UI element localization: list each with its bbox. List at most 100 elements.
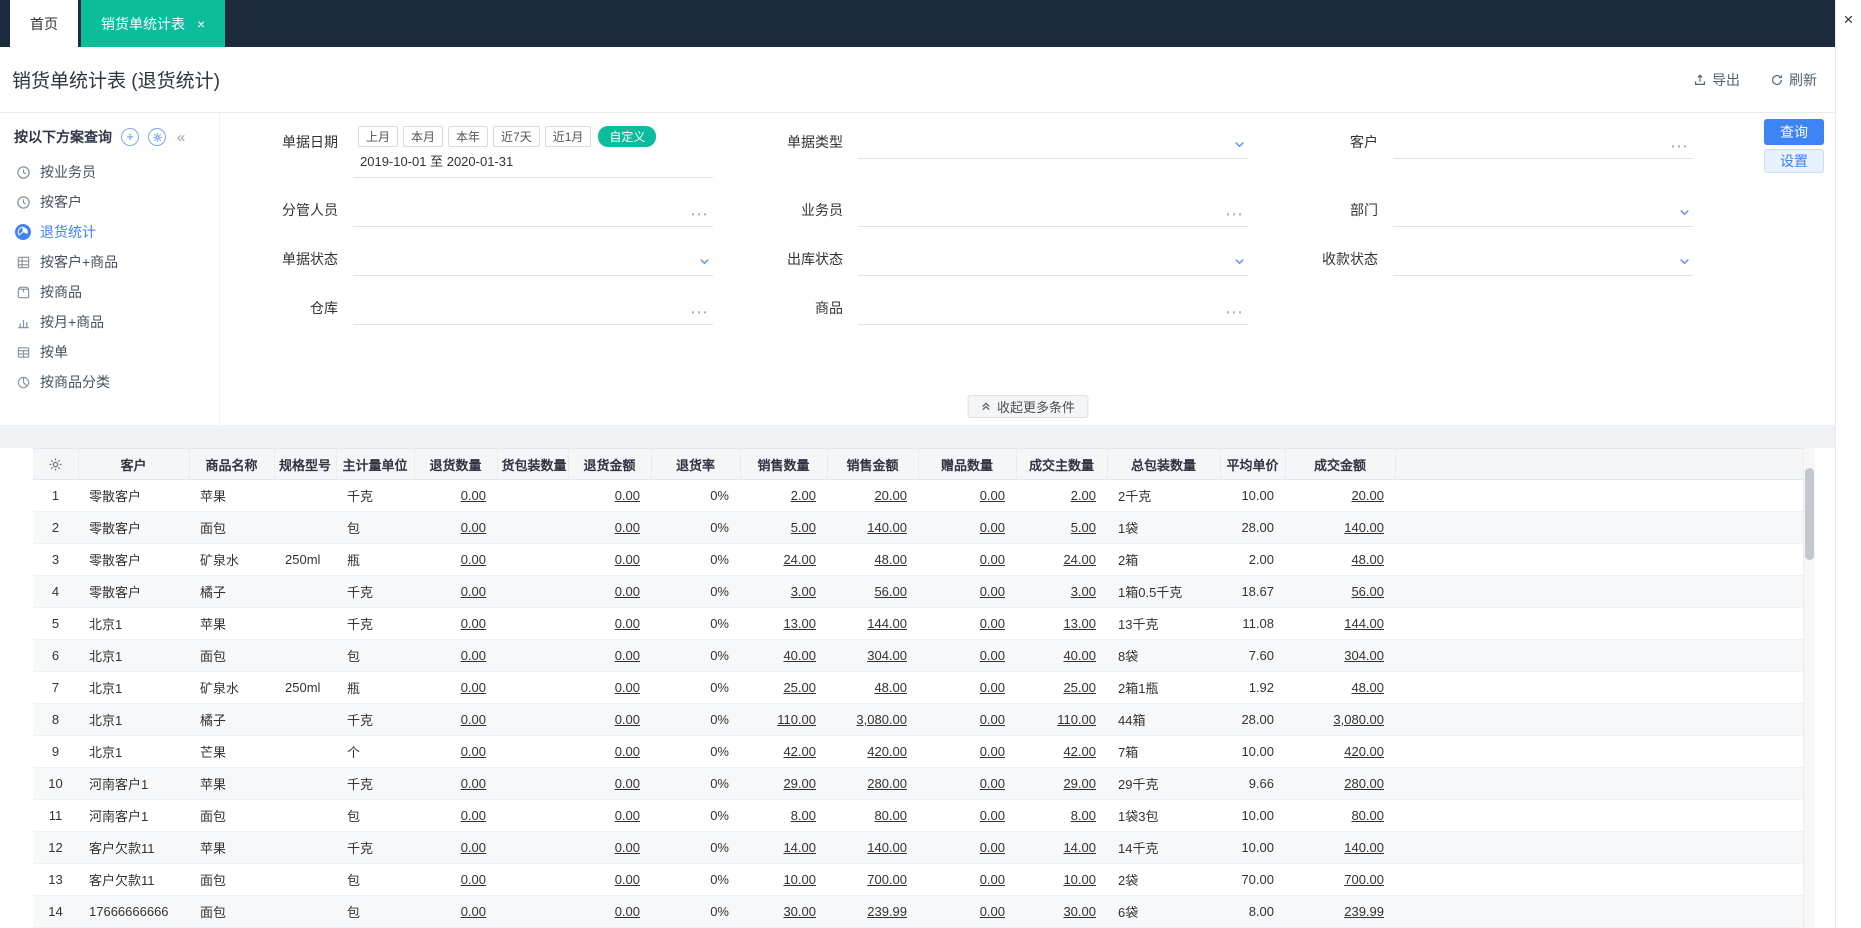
cell-value-link[interactable]: 8.00 <box>1071 808 1096 823</box>
column-header[interactable]: 成交金额 <box>1285 448 1396 480</box>
cell-value-link[interactable]: 0.00 <box>980 520 1005 535</box>
sidebar-item[interactable]: 按月+商品 <box>0 307 219 337</box>
column-header[interactable]: 总包装数量 <box>1107 448 1221 480</box>
cell-value-link[interactable]: 0.00 <box>615 744 640 759</box>
cell-value-link[interactable]: 700.00 <box>1344 872 1384 887</box>
product-field[interactable]: ⋯ <box>858 289 1248 325</box>
tab-sales-report[interactable]: 销货单统计表 × <box>81 0 226 47</box>
cell-value-link[interactable]: 3,080.00 <box>856 712 907 727</box>
date-quick-button[interactable]: 本年 <box>448 126 489 147</box>
cell-value-link[interactable]: 280.00 <box>867 776 907 791</box>
cell-value-link[interactable]: 0.00 <box>615 520 640 535</box>
doc-date-field[interactable]: 上月 本月 本年 近7天 近1月 自定义 2019-10-01 至 2020-01-31 <box>353 123 713 178</box>
cell-value-link[interactable]: 0.00 <box>615 584 640 599</box>
cell-value-link[interactable]: 40.00 <box>1063 648 1096 663</box>
cell-value-link[interactable]: 0.00 <box>615 904 640 919</box>
add-plan-button[interactable]: + <box>121 128 139 146</box>
table-row[interactable]: 14 17666666666 面包 包 0.00 0.00 0% 30.00 239.99 0.0… <box>33 895 1815 928</box>
cell-value-link[interactable]: 239.99 <box>867 904 907 919</box>
cell-value-link[interactable]: 25.00 <box>783 680 816 695</box>
cell-value-link[interactable]: 280.00 <box>1344 776 1384 791</box>
column-header[interactable]: 平均单价 <box>1220 448 1286 480</box>
salesman-field[interactable]: ⋯ <box>858 191 1248 227</box>
cell-value-link[interactable]: 5.00 <box>1071 520 1096 535</box>
cell-value-link[interactable]: 0.00 <box>980 712 1005 727</box>
cell-value-link[interactable]: 0.00 <box>615 680 640 695</box>
cell-value-link[interactable]: 144.00 <box>867 616 907 631</box>
column-header[interactable]: 成交主数量 <box>1016 448 1108 480</box>
sidebar-item[interactable]: 按业务员 <box>0 157 219 187</box>
table-row[interactable]: 4 零散客户 橘子 千克 0.00 0.00 0% 3.00 56.00 0.00 3.00 1箱0.… <box>33 575 1815 608</box>
table-row[interactable]: 6 北京1 面包 包 0.00 0.00 0% 40.00 304.00 0.00 40.00 8袋 7… <box>33 639 1815 672</box>
refresh-button[interactable]: 刷新 <box>1770 70 1817 90</box>
customer-field[interactable]: ⋯ <box>1393 123 1693 159</box>
cell-value-link[interactable]: 14.00 <box>783 840 816 855</box>
column-header[interactable]: 退货数量 <box>414 448 498 480</box>
cell-value-link[interactable]: 140.00 <box>867 520 907 535</box>
cell-value-link[interactable]: 0.00 <box>461 776 486 791</box>
sidebar-item[interactable]: 按商品 <box>0 277 219 307</box>
cell-value-link[interactable]: 30.00 <box>783 904 816 919</box>
cell-value-link[interactable]: 304.00 <box>1344 648 1384 663</box>
cell-value-link[interactable]: 0.00 <box>980 552 1005 567</box>
column-header[interactable]: 赠品数量 <box>918 448 1017 480</box>
sidebar-item[interactable]: 退货统计 <box>0 217 219 247</box>
cell-value-link[interactable]: 20.00 <box>1351 488 1384 503</box>
cell-value-link[interactable]: 0.00 <box>980 744 1005 759</box>
cell-value-link[interactable]: 0.00 <box>615 648 640 663</box>
cell-value-link[interactable]: 0.00 <box>615 840 640 855</box>
doc-type-field[interactable] <box>858 123 1248 159</box>
cell-value-link[interactable]: 140.00 <box>867 840 907 855</box>
cell-value-link[interactable]: 25.00 <box>1063 680 1096 695</box>
cell-value-link[interactable]: 239.99 <box>1344 904 1384 919</box>
cell-value-link[interactable]: 144.00 <box>1344 616 1384 631</box>
cell-value-link[interactable]: 14.00 <box>1063 840 1096 855</box>
cell-value-link[interactable]: 48.00 <box>1351 552 1384 567</box>
cell-value-link[interactable]: 30.00 <box>1063 904 1096 919</box>
column-header[interactable]: 退货率 <box>651 448 741 480</box>
cell-value-link[interactable]: 0.00 <box>980 840 1005 855</box>
cell-value-link[interactable]: 0.00 <box>461 648 486 663</box>
cell-value-link[interactable]: 48.00 <box>874 680 907 695</box>
cell-value-link[interactable]: 0.00 <box>461 872 486 887</box>
cell-value-link[interactable]: 42.00 <box>783 744 816 759</box>
cell-value-link[interactable]: 10.00 <box>1063 872 1096 887</box>
cell-value-link[interactable]: 40.00 <box>783 648 816 663</box>
cell-value-link[interactable]: 80.00 <box>1351 808 1384 823</box>
cell-value-link[interactable]: 0.00 <box>615 808 640 823</box>
date-custom-badge[interactable]: 自定义 <box>598 126 657 147</box>
cell-value-link[interactable]: 420.00 <box>1344 744 1384 759</box>
table-row[interactable]: 5 北京1 苹果 千克 0.00 0.00 0% 13.00 144.00 0.00 13.00 13… <box>33 607 1815 640</box>
cell-value-link[interactable]: 0.00 <box>461 552 486 567</box>
cell-value-link[interactable]: 0.00 <box>461 840 486 855</box>
cell-value-link[interactable]: 13.00 <box>783 616 816 631</box>
cell-value-link[interactable]: 56.00 <box>1351 584 1384 599</box>
date-range-value[interactable]: 2019-10-01 至 2020-01-31 <box>353 151 713 177</box>
cell-value-link[interactable]: 0.00 <box>461 904 486 919</box>
cell-value-link[interactable]: 0.00 <box>461 712 486 727</box>
table-row[interactable]: 11 河南客户1 面包 包 0.00 0.00 0% 8.00 80.00 0.00 8.00 1袋3… <box>33 799 1815 832</box>
cell-value-link[interactable]: 0.00 <box>461 488 486 503</box>
cell-value-link[interactable]: 48.00 <box>1351 680 1384 695</box>
cell-value-link[interactable]: 0.00 <box>461 680 486 695</box>
cell-value-link[interactable]: 13.00 <box>1063 616 1096 631</box>
cell-value-link[interactable]: 110.00 <box>777 712 816 727</box>
column-header[interactable]: 销售金额 <box>827 448 919 480</box>
column-header[interactable]: 销售数量 <box>740 448 828 480</box>
cell-value-link[interactable]: 420.00 <box>867 744 907 759</box>
cell-value-link[interactable]: 0.00 <box>461 520 486 535</box>
table-row[interactable]: 7 北京1 矿泉水 250ml 瓶 0.00 0.00 0% 25.00 48.00 0.00 25.… <box>33 671 1815 704</box>
cell-value-link[interactable]: 56.00 <box>874 584 907 599</box>
column-header[interactable]: 主计量单位 <box>336 448 415 480</box>
cell-value-link[interactable]: 3.00 <box>791 584 816 599</box>
date-quick-button[interactable]: 上月 <box>358 126 399 147</box>
table-row[interactable]: 9 北京1 芒果 个 0.00 0.00 0% 42.00 420.00 0.00 42.00 7箱 1… <box>33 735 1815 768</box>
cell-value-link[interactable]: 24.00 <box>783 552 816 567</box>
cell-value-link[interactable]: 0.00 <box>980 616 1005 631</box>
payment-status-field[interactable] <box>1393 240 1693 276</box>
collapse-filters-button[interactable]: 收起更多条件 <box>966 395 1089 418</box>
table-row[interactable]: 3 零散客户 矿泉水 250ml 瓶 0.00 0.00 0% 24.00 48.00 0.00 24… <box>33 543 1815 576</box>
cell-value-link[interactable]: 0.00 <box>461 744 486 759</box>
column-header[interactable]: 商品名称 <box>189 448 275 480</box>
scrollbar-thumb[interactable] <box>1805 468 1814 560</box>
